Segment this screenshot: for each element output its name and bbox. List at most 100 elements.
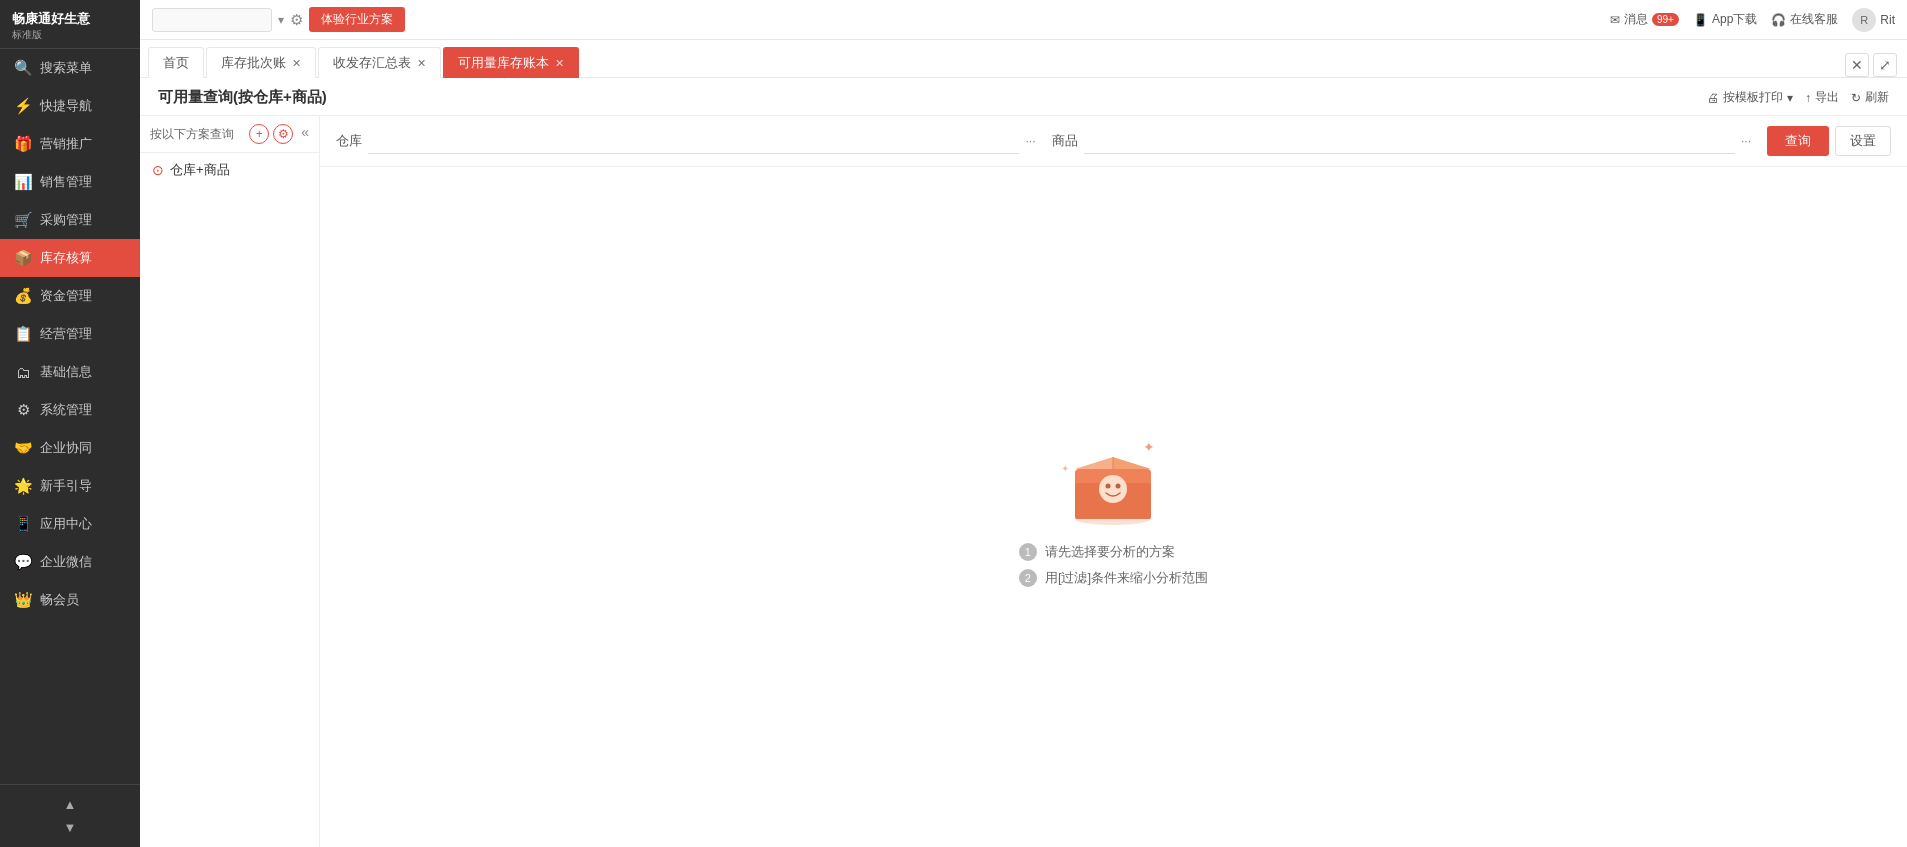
- sidebar-item-sales[interactable]: 📊 销售管理: [0, 163, 140, 201]
- query-actions: 查询 设置: [1767, 126, 1891, 156]
- tip-2: 2 用[过滤]条件来缩小分析范围: [1019, 569, 1208, 587]
- query-button[interactable]: 查询: [1767, 126, 1829, 156]
- export-button[interactable]: ↑ 导出: [1805, 89, 1839, 106]
- left-panel: 按以下方案查询 + ⚙ « ⊙ 仓库+商品: [140, 116, 320, 847]
- app-download-label: App下载: [1712, 11, 1757, 28]
- print-icon: 🖨: [1707, 91, 1719, 105]
- user-avatar: R: [1852, 8, 1876, 32]
- sidebar-item-search[interactable]: 🔍 搜索菜单: [0, 49, 140, 87]
- goods-more-button[interactable]: ···: [1741, 134, 1751, 148]
- message-icon: ✉: [1610, 13, 1620, 27]
- content-area: 按以下方案查询 + ⚙ « ⊙ 仓库+商品 仓库 ···: [140, 116, 1907, 847]
- tab-home[interactable]: 首页: [148, 47, 204, 78]
- query-bar: 仓库 ··· 商品 ··· 查询 设置: [320, 116, 1907, 167]
- message-item[interactable]: ✉ 消息 99+: [1610, 11, 1679, 28]
- app-name: 畅康通好生意: [12, 10, 128, 28]
- page-header: 可用量查询(按仓库+商品) 🖨 按模板打印 ▾ ↑ 导出 ↻ 刷新: [140, 78, 1907, 116]
- search-icon: 🔍: [14, 59, 32, 77]
- tab-available-close[interactable]: ✕: [555, 57, 564, 70]
- tab-available[interactable]: 可用量库存账本 ✕: [443, 47, 579, 78]
- settings-button[interactable]: 设置: [1835, 126, 1891, 156]
- sidebar-item-wechat[interactable]: 💬 企业微信: [0, 543, 140, 581]
- goods-input[interactable]: [1084, 128, 1735, 154]
- sidebar-item-member[interactable]: 👑 畅会员: [0, 581, 140, 619]
- collapse-panel-button[interactable]: «: [301, 124, 309, 144]
- tab-maximize-button[interactable]: ⤢: [1873, 53, 1897, 77]
- sidebar-item-system[interactable]: ⚙ 系统管理: [0, 391, 140, 429]
- app-download-item[interactable]: 📱 App下载: [1693, 11, 1757, 28]
- dropdown-icon[interactable]: ▾: [278, 13, 284, 27]
- top-bar: ▾ ⚙ 体验行业方案 ✉ 消息 99+ 📱 App下载 🎧 在线客服 R Rit: [140, 0, 1907, 40]
- refresh-button[interactable]: ↻ 刷新: [1851, 89, 1889, 106]
- message-label: 消息: [1624, 11, 1648, 28]
- tab-summary[interactable]: 收发存汇总表 ✕: [318, 47, 441, 78]
- finance-icon: 💰: [14, 287, 32, 305]
- sidebar-item-shortcuts[interactable]: ⚡ 快捷导航: [0, 87, 140, 125]
- breadcrumb-input[interactable]: [152, 8, 272, 32]
- operations-icon: 📋: [14, 325, 32, 343]
- warehouse-more-button[interactable]: ···: [1025, 134, 1035, 148]
- sidebar-item-purchase[interactable]: 🛒 采购管理: [0, 201, 140, 239]
- top-bar-right: ✉ 消息 99+ 📱 App下载 🎧 在线客服 R Rit: [1610, 8, 1895, 32]
- tab-batch[interactable]: 库存批次账 ✕: [206, 47, 316, 78]
- scheme-icon: ⊙: [152, 162, 164, 178]
- svg-point-6: [1099, 475, 1127, 503]
- sidebar-item-inventory[interactable]: 📦 库存核算: [0, 239, 140, 277]
- left-panel-title: 按以下方案查询: [150, 126, 234, 143]
- sidebar-item-operations[interactable]: 📋 经营管理: [0, 315, 140, 353]
- message-badge: 99+: [1652, 13, 1679, 26]
- online-service-label: 在线客服: [1790, 11, 1838, 28]
- wechat-icon: 💬: [14, 553, 32, 571]
- page-actions: 🖨 按模板打印 ▾ ↑ 导出 ↻ 刷新: [1707, 89, 1889, 106]
- empty-content: ✦ ✦ 1 请先选择要分析的方案 2 用[过滤]条件来缩小分析范围: [1019, 427, 1208, 587]
- sidebar: 畅康通好生意 标准版 🔍 搜索菜单 ⚡ 快捷导航 🎁 营销推广 📊 销售管理 🛒…: [0, 0, 140, 847]
- sidebar-item-guide[interactable]: 🌟 新手引导: [0, 467, 140, 505]
- headset-icon: 🎧: [1771, 13, 1786, 27]
- print-dropdown-icon[interactable]: ▾: [1787, 91, 1793, 105]
- guide-icon: 🌟: [14, 477, 32, 495]
- marketing-icon: 🎁: [14, 135, 32, 153]
- top-bar-left: ▾ ⚙ 体验行业方案: [152, 7, 405, 32]
- warehouse-input[interactable]: [368, 128, 1019, 154]
- tab-close-button[interactable]: ✕: [1845, 53, 1869, 77]
- empty-tips: 1 请先选择要分析的方案 2 用[过滤]条件来缩小分析范围: [1019, 543, 1208, 587]
- user-name: Rit: [1880, 13, 1895, 27]
- empty-state: ✦ ✦ 1 请先选择要分析的方案 2 用[过滤]条件来缩小分析范围: [320, 167, 1907, 847]
- sidebar-item-basic[interactable]: 🗂 基础信息: [0, 353, 140, 391]
- svg-point-8: [1116, 484, 1121, 489]
- sidebar-item-enterprise[interactable]: 🤝 企业协同: [0, 429, 140, 467]
- svg-text:✦: ✦: [1061, 463, 1069, 474]
- basic-icon: 🗂: [14, 364, 32, 381]
- industry-button[interactable]: 体验行业方案: [309, 7, 405, 32]
- online-service-item[interactable]: 🎧 在线客服: [1771, 11, 1838, 28]
- appstore-icon: 📱: [14, 515, 32, 533]
- sidebar-item-marketing[interactable]: 🎁 营销推广: [0, 125, 140, 163]
- tab-batch-close[interactable]: ✕: [292, 57, 301, 70]
- scheme-warehouse-goods[interactable]: ⊙ 仓库+商品: [140, 153, 319, 187]
- tip-2-number: 2: [1019, 569, 1037, 587]
- user-info[interactable]: R Rit: [1852, 8, 1895, 32]
- system-icon: ⚙: [14, 401, 32, 419]
- left-panel-icons: + ⚙ «: [249, 124, 309, 144]
- scheme-settings-button[interactable]: ⚙: [273, 124, 293, 144]
- sidebar-bottom: ▲ ▼: [0, 784, 140, 847]
- sidebar-scroll-up[interactable]: ▲: [0, 793, 140, 816]
- sidebar-scroll-down[interactable]: ▼: [0, 816, 140, 839]
- gear-icon[interactable]: ⚙: [290, 11, 303, 29]
- main-panel: 仓库 ··· 商品 ··· 查询 设置: [320, 116, 1907, 847]
- member-icon: 👑: [14, 591, 32, 609]
- tip-1: 1 请先选择要分析的方案: [1019, 543, 1208, 561]
- goods-label: 商品: [1052, 132, 1078, 150]
- tab-summary-close[interactable]: ✕: [417, 57, 426, 70]
- svg-point-7: [1106, 484, 1111, 489]
- goods-field: 商品 ···: [1052, 128, 1752, 154]
- tip-1-number: 1: [1019, 543, 1037, 561]
- svg-text:✦: ✦: [1143, 439, 1155, 455]
- sidebar-item-finance[interactable]: 💰 资金管理: [0, 277, 140, 315]
- print-button[interactable]: 🖨 按模板打印 ▾: [1707, 89, 1793, 106]
- export-icon: ↑: [1805, 91, 1811, 105]
- add-scheme-button[interactable]: +: [249, 124, 269, 144]
- tip-2-text: 用[过滤]条件来缩小分析范围: [1045, 569, 1208, 587]
- sidebar-item-appstore[interactable]: 📱 应用中心: [0, 505, 140, 543]
- empty-illustration: ✦ ✦: [1053, 427, 1173, 527]
